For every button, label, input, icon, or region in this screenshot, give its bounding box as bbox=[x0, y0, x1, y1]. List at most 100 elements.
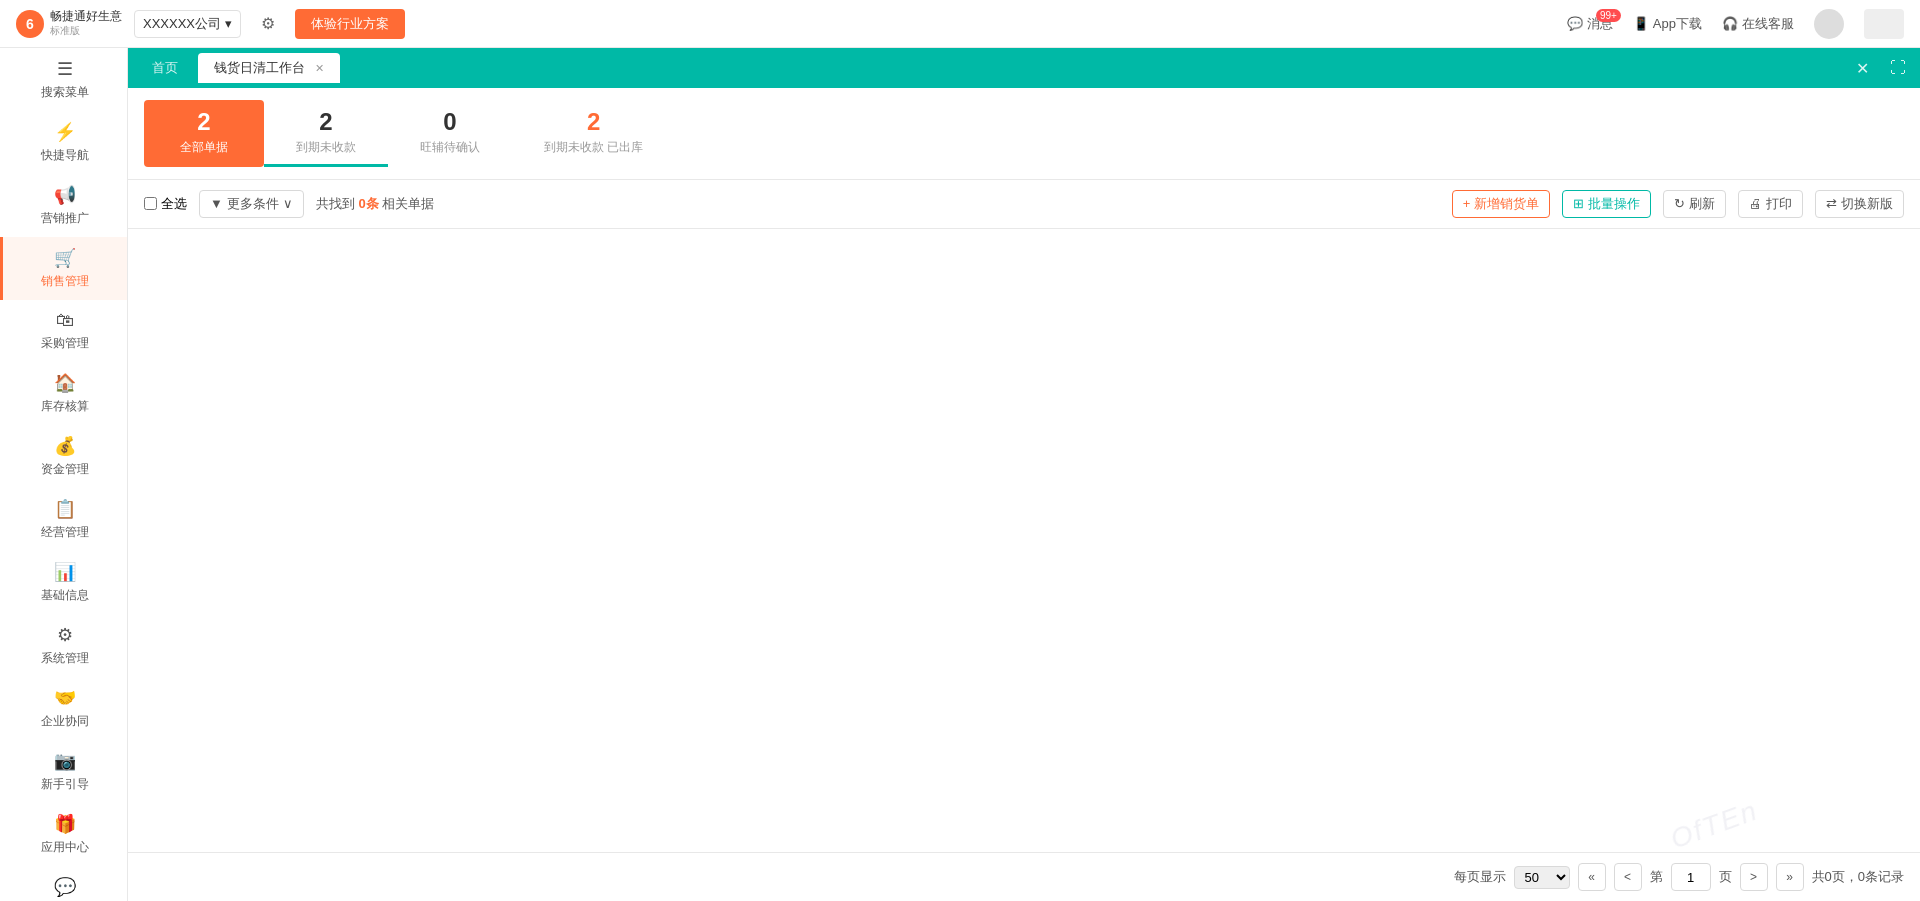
toolbar-left: 全选 ▼ 更多条件 ∨ 共找到 0条 相关单据 bbox=[144, 190, 1440, 218]
batch-operation-button[interactable]: ⊞ 批量操作 bbox=[1562, 190, 1651, 218]
last-page-button[interactable]: » bbox=[1776, 863, 1804, 891]
tab-home[interactable]: 首页 bbox=[136, 53, 194, 83]
sidebar-item-quick-nav[interactable]: ⚡ 快捷导航 bbox=[0, 111, 127, 174]
marketing-icon: 📢 bbox=[54, 184, 76, 206]
finance-icon: 💰 bbox=[54, 435, 76, 457]
select-all-label: 全选 bbox=[161, 195, 187, 213]
message-icon: 💬 bbox=[1567, 16, 1583, 31]
main-layout: ☰ 搜索菜单 ⚡ 快捷导航 📢 营销推广 🛒 销售管理 🛍 采购管理 🏠 库存核… bbox=[0, 48, 1920, 901]
stat-num-overdue: 2 bbox=[296, 108, 356, 137]
sidebar-label-sales: 销售管理 bbox=[41, 273, 89, 290]
tab-cashflow-workbench[interactable]: 钱货日清工作台 ✕ bbox=[198, 53, 340, 83]
sidebar-label-quick-nav: 快捷导航 bbox=[41, 147, 89, 164]
tab-actions: ✕ ⛶ bbox=[1848, 54, 1912, 82]
found-count: 0条 bbox=[359, 196, 379, 211]
tab-close-window-btn[interactable]: ✕ bbox=[1848, 54, 1876, 82]
page-word: 第 bbox=[1650, 868, 1663, 886]
sidebar-label-search-menu: 搜索菜单 bbox=[41, 84, 89, 101]
current-page-input[interactable] bbox=[1671, 863, 1711, 891]
filter-icon: ▼ bbox=[210, 196, 223, 211]
sys-mgmt-icon: ⚙ bbox=[57, 624, 73, 646]
toolbar: 全选 ▼ 更多条件 ∨ 共找到 0条 相关单据 + 新增销货单 bbox=[128, 180, 1920, 229]
sidebar-item-inventory[interactable]: 🏠 库存核算 bbox=[0, 362, 127, 425]
experience-button[interactable]: 体验行业方案 bbox=[295, 9, 405, 39]
top-bar-left: 6 畅捷通好生意 标准版 XXXXXX公司 ▾ ⚙ 体验行业方案 bbox=[16, 9, 405, 39]
sidebar-item-marketing[interactable]: 📢 营销推广 bbox=[0, 174, 127, 237]
sidebar-item-newbie[interactable]: 📷 新手引导 bbox=[0, 740, 127, 803]
toolbar-right: + 新增销货单 ⊞ 批量操作 ↻ 刷新 🖨 打印 ⇄ bbox=[1452, 190, 1904, 218]
user-name-area[interactable] bbox=[1864, 9, 1904, 39]
online-service-button[interactable]: 🎧 在线客服 bbox=[1722, 15, 1794, 33]
search-menu-icon: ☰ bbox=[57, 58, 73, 80]
sidebar-item-purchase[interactable]: 🛍 采购管理 bbox=[0, 300, 127, 362]
app-download-button[interactable]: 📱 App下载 bbox=[1633, 15, 1702, 33]
app-download-label: App下载 bbox=[1653, 15, 1702, 33]
stat-card-shipped[interactable]: 2 到期未收款 已出库 bbox=[512, 100, 675, 167]
sidebar-label-operations: 经营管理 bbox=[41, 524, 89, 541]
sidebar-item-app-center[interactable]: 🎁 应用中心 bbox=[0, 803, 127, 866]
tab-close-icon[interactable]: ✕ bbox=[315, 62, 324, 75]
stat-card-wangfu[interactable]: 0 旺辅待确认 bbox=[388, 100, 512, 167]
sidebar-item-sales[interactable]: 🛒 销售管理 bbox=[0, 237, 127, 300]
enterprise-icon: 🤝 bbox=[54, 687, 76, 709]
add-sales-order-button[interactable]: + 新增销货单 bbox=[1452, 190, 1550, 218]
app-center-icon: 🎁 bbox=[54, 813, 76, 835]
chevron-down-icon: ▾ bbox=[225, 16, 232, 31]
page-suffix: 页 bbox=[1719, 868, 1732, 886]
sidebar-item-finance[interactable]: 💰 资金管理 bbox=[0, 425, 127, 488]
app-name: 畅捷通好生意 bbox=[50, 9, 122, 25]
service-icon: 🎧 bbox=[1722, 16, 1738, 31]
sidebar-item-enterprise[interactable]: 🤝 企业协同 bbox=[0, 677, 127, 740]
select-all-checkbox[interactable]: 全选 bbox=[144, 195, 187, 213]
sidebar-item-operations[interactable]: 📋 经营管理 bbox=[0, 488, 127, 551]
newbie-icon: 📷 bbox=[54, 750, 76, 772]
refresh-icon: ↻ bbox=[1674, 196, 1685, 211]
print-button[interactable]: 🖨 打印 bbox=[1738, 190, 1803, 218]
sidebar-label-sys-mgmt: 系统管理 bbox=[41, 650, 89, 667]
inventory-icon: 🏠 bbox=[54, 372, 76, 394]
stat-label-overdue: 到期未收款 bbox=[296, 139, 356, 156]
sidebar-label-marketing: 营销推广 bbox=[41, 210, 89, 227]
total-records: 共0页，0条记录 bbox=[1812, 868, 1904, 886]
refresh-button[interactable]: ↻ 刷新 bbox=[1663, 190, 1726, 218]
tab-cashflow-label: 钱货日清工作台 bbox=[214, 59, 305, 77]
page-content: 2 全部单据 2 到期未收款 0 旺辅待确认 2 到期未收款 已出库 bbox=[128, 88, 1920, 901]
sidebar-label-finance: 资金管理 bbox=[41, 461, 89, 478]
stat-card-overdue[interactable]: 2 到期未收款 bbox=[264, 100, 388, 167]
sidebar-label-app-center: 应用中心 bbox=[41, 839, 89, 856]
sidebar-item-sys-mgmt[interactable]: ⚙ 系统管理 bbox=[0, 614, 127, 677]
switch-version-button[interactable]: ⇄ 切换新版 bbox=[1815, 190, 1904, 218]
sidebar-item-search-menu[interactable]: ☰ 搜索菜单 bbox=[0, 48, 127, 111]
company-selector[interactable]: XXXXXX公司 ▾ bbox=[134, 10, 241, 38]
per-page-label: 每页显示 bbox=[1454, 868, 1506, 886]
content-area: 首页 钱货日清工作台 ✕ ✕ ⛶ 2 全部单据 2 到期未收款 bbox=[128, 48, 1920, 901]
pagination-bar: 每页显示 50 20 100 « < 第 页 > » 共0页，0条记录 bbox=[128, 852, 1920, 901]
company-name: XXXXXX公司 bbox=[143, 15, 221, 33]
sidebar-item-base-info[interactable]: 📊 基础信息 bbox=[0, 551, 127, 614]
checkbox-input[interactable] bbox=[144, 197, 157, 210]
found-prefix: 共找到 bbox=[316, 196, 355, 211]
more-filter-label: 更多条件 bbox=[227, 195, 279, 213]
print-icon: 🖨 bbox=[1749, 196, 1762, 211]
avatar[interactable] bbox=[1814, 9, 1844, 39]
message-button[interactable]: 💬 消息 99+ bbox=[1567, 15, 1613, 33]
tab-expand-btn[interactable]: ⛶ bbox=[1884, 54, 1912, 82]
next-page-button[interactable]: > bbox=[1740, 863, 1768, 891]
stat-num-shipped: 2 bbox=[544, 108, 643, 137]
stat-label-all: 全部单据 bbox=[176, 139, 232, 156]
more-filter-button[interactable]: ▼ 更多条件 ∨ bbox=[199, 190, 304, 218]
print-label: 打印 bbox=[1766, 195, 1792, 213]
page-size-select[interactable]: 50 20 100 bbox=[1514, 866, 1570, 889]
sidebar-label-base-info: 基础信息 bbox=[41, 587, 89, 604]
stat-label-shipped: 到期未收款 已出库 bbox=[544, 139, 643, 156]
logo-text-block: 畅捷通好生意 标准版 bbox=[50, 9, 122, 39]
settings-icon[interactable]: ⚙ bbox=[253, 9, 283, 39]
logo-area: 6 畅捷通好生意 标准版 bbox=[16, 9, 122, 39]
top-bar: 6 畅捷通好生意 标准版 XXXXXX公司 ▾ ⚙ 体验行业方案 💬 消息 99… bbox=[0, 0, 1920, 48]
stat-card-all[interactable]: 2 全部单据 bbox=[144, 100, 264, 167]
first-page-button[interactable]: « bbox=[1578, 863, 1606, 891]
sidebar-item-weixin[interactable]: 💬 企业微信 bbox=[0, 866, 127, 901]
sidebar-label-enterprise: 企业协同 bbox=[41, 713, 89, 730]
sidebar-label-newbie: 新手引导 bbox=[41, 776, 89, 793]
prev-page-button[interactable]: < bbox=[1614, 863, 1642, 891]
